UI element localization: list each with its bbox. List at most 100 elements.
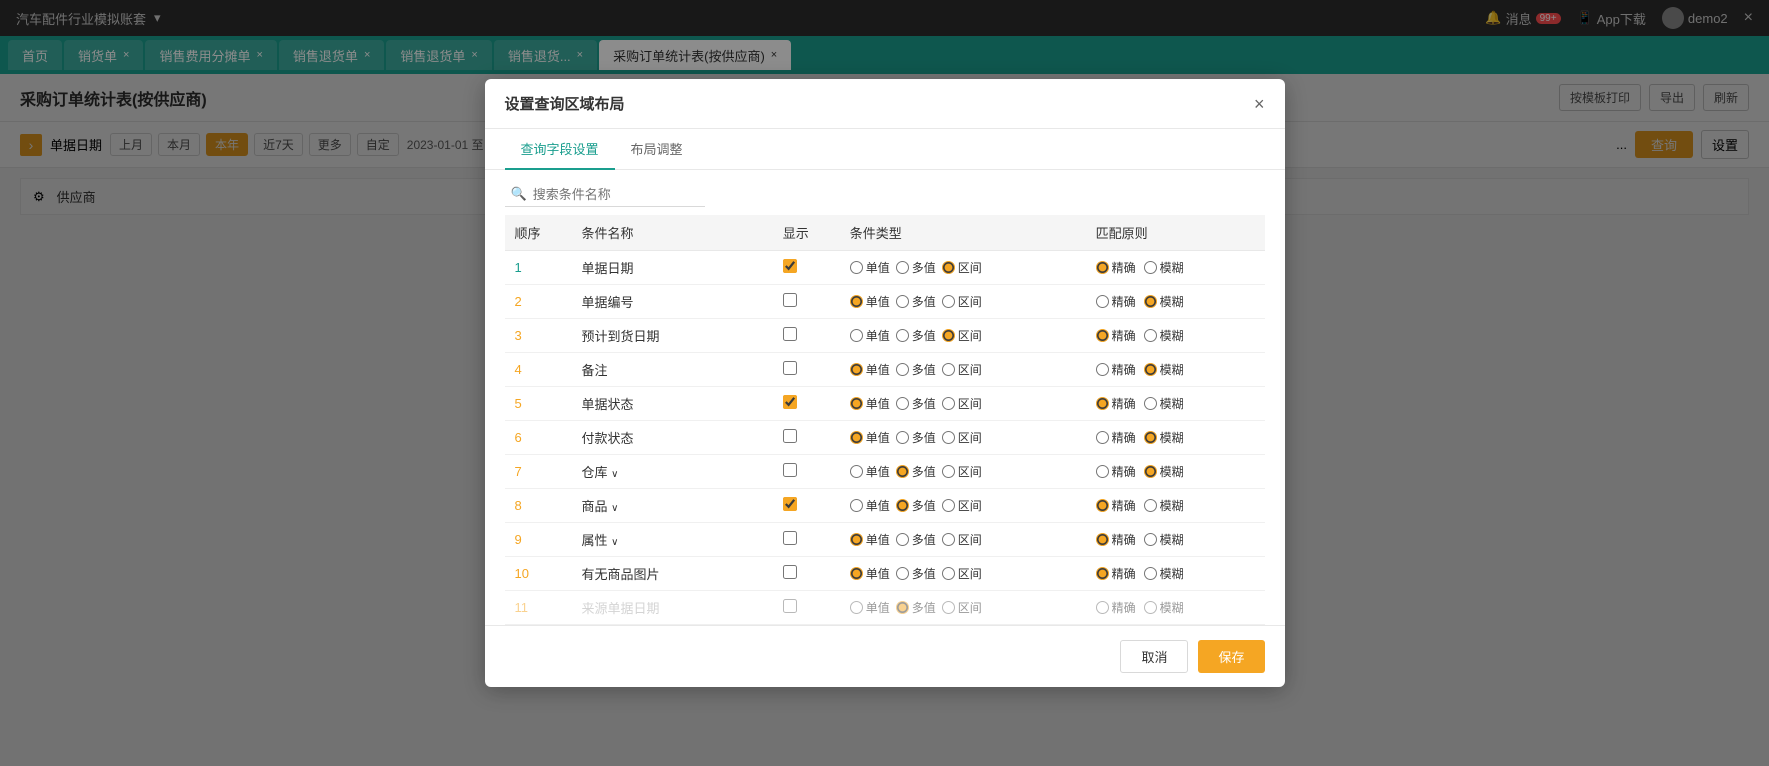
type-radio-多值[interactable] xyxy=(896,363,909,376)
type-radio-区间[interactable] xyxy=(942,465,955,478)
match-radio-模糊[interactable] xyxy=(1144,499,1157,512)
match-radio-模糊[interactable] xyxy=(1144,329,1157,342)
type-radio-多值[interactable] xyxy=(896,601,909,614)
match-radio-精确[interactable] xyxy=(1096,363,1109,376)
type-radio-多值[interactable] xyxy=(896,329,909,342)
match-radio-精确[interactable] xyxy=(1096,567,1109,580)
display-checkbox[interactable] xyxy=(783,293,797,307)
type-radio-单值[interactable] xyxy=(850,397,863,410)
row-match: 精确模糊 xyxy=(1086,251,1265,285)
display-checkbox[interactable] xyxy=(783,599,797,613)
match-radio-精确[interactable] xyxy=(1096,261,1109,274)
row-match: 精确模糊 xyxy=(1086,421,1265,455)
search-input-wrap: 🔍 xyxy=(505,182,705,207)
table-row: 2单据编号单值多值区间精确模糊 xyxy=(505,285,1265,319)
display-checkbox[interactable] xyxy=(783,259,797,273)
table-row: 6付款状态单值多值区间精确模糊 xyxy=(505,421,1265,455)
display-checkbox[interactable] xyxy=(783,361,797,375)
type-radio-多值[interactable] xyxy=(896,261,909,274)
match-radio-模糊[interactable] xyxy=(1144,601,1157,614)
row-display xyxy=(773,319,840,353)
type-radio-多值[interactable] xyxy=(896,465,909,478)
type-radio-单值[interactable] xyxy=(850,261,863,274)
type-radio-区间[interactable] xyxy=(942,533,955,546)
type-radio-区间[interactable] xyxy=(942,567,955,580)
row-order: 7 xyxy=(505,455,572,489)
row-display xyxy=(773,285,840,319)
row-name: 单据编号 xyxy=(572,285,773,319)
type-radio-单值[interactable] xyxy=(850,601,863,614)
type-radio-区间[interactable] xyxy=(942,601,955,614)
row-match: 精确模糊 xyxy=(1086,523,1265,557)
match-radio-精确[interactable] xyxy=(1096,465,1109,478)
type-radio-单值[interactable] xyxy=(850,431,863,444)
match-radio-精确[interactable] xyxy=(1096,329,1109,342)
display-checkbox[interactable] xyxy=(783,531,797,545)
table-row: 9属性 ∨单值多值区间精确模糊 xyxy=(505,523,1265,557)
type-radio-区间[interactable] xyxy=(942,499,955,512)
match-radio-精确[interactable] xyxy=(1096,601,1109,614)
type-radio-单值[interactable] xyxy=(850,363,863,376)
match-radio-模糊[interactable] xyxy=(1144,431,1157,444)
match-radio-模糊[interactable] xyxy=(1144,261,1157,274)
row-display xyxy=(773,557,840,591)
dialog-tab-layout[interactable]: 布局调整 xyxy=(615,129,699,170)
type-radio-单值[interactable] xyxy=(850,295,863,308)
type-radio-区间[interactable] xyxy=(942,397,955,410)
row-name: 预计到货日期 xyxy=(572,319,773,353)
row-type: 单值多值区间 xyxy=(840,387,1086,421)
match-radio-模糊[interactable] xyxy=(1144,567,1157,580)
type-radio-区间[interactable] xyxy=(942,329,955,342)
type-radio-单值[interactable] xyxy=(850,533,863,546)
match-radio-模糊[interactable] xyxy=(1144,465,1157,478)
type-radio-区间[interactable] xyxy=(942,363,955,376)
match-radio-模糊[interactable] xyxy=(1144,295,1157,308)
dialog-tab-bar: 查询字段设置 布局调整 xyxy=(485,129,1285,170)
match-radio-精确[interactable] xyxy=(1096,431,1109,444)
th-name: 条件名称 xyxy=(572,215,773,251)
row-match: 精确模糊 xyxy=(1086,557,1265,591)
match-radio-精确[interactable] xyxy=(1096,295,1109,308)
type-radio-多值[interactable] xyxy=(896,295,909,308)
dialog-close-btn[interactable]: × xyxy=(1254,95,1265,113)
row-type: 单值多值区间 xyxy=(840,557,1086,591)
type-radio-区间[interactable] xyxy=(942,295,955,308)
match-radio-模糊[interactable] xyxy=(1144,397,1157,410)
type-radio-多值[interactable] xyxy=(896,397,909,410)
save-button[interactable]: 保存 xyxy=(1198,640,1264,673)
type-radio-单值[interactable] xyxy=(850,329,863,342)
row-type: 单值多值区间 xyxy=(840,251,1086,285)
type-radio-区间[interactable] xyxy=(942,261,955,274)
match-radio-精确[interactable] xyxy=(1096,533,1109,546)
table-row: 4备注单值多值区间精确模糊 xyxy=(505,353,1265,387)
cancel-button[interactable]: 取消 xyxy=(1120,640,1188,673)
display-checkbox[interactable] xyxy=(783,429,797,443)
row-name: 商品 ∨ xyxy=(572,489,773,523)
type-radio-单值[interactable] xyxy=(850,567,863,580)
display-checkbox[interactable] xyxy=(783,565,797,579)
match-radio-精确[interactable] xyxy=(1096,397,1109,410)
dialog-tab-fields[interactable]: 查询字段设置 xyxy=(505,129,615,170)
display-checkbox[interactable] xyxy=(783,395,797,409)
type-radio-多值[interactable] xyxy=(896,499,909,512)
row-match: 精确模糊 xyxy=(1086,285,1265,319)
modal-overlay: 设置查询区域布局 × 查询字段设置 布局调整 🔍 顺序 xyxy=(0,0,1769,766)
type-radio-单值[interactable] xyxy=(850,499,863,512)
type-radio-区间[interactable] xyxy=(942,431,955,444)
display-checkbox[interactable] xyxy=(783,327,797,341)
row-match: 精确模糊 xyxy=(1086,489,1265,523)
type-radio-多值[interactable] xyxy=(896,431,909,444)
search-input[interactable] xyxy=(533,187,693,202)
display-checkbox[interactable] xyxy=(783,497,797,511)
type-radio-多值[interactable] xyxy=(896,567,909,580)
row-name: 有无商品图片 xyxy=(572,557,773,591)
match-radio-精确[interactable] xyxy=(1096,499,1109,512)
row-match: 精确模糊 xyxy=(1086,387,1265,421)
display-checkbox[interactable] xyxy=(783,463,797,477)
match-radio-模糊[interactable] xyxy=(1144,363,1157,376)
match-radio-模糊[interactable] xyxy=(1144,533,1157,546)
row-order: 9 xyxy=(505,523,572,557)
type-radio-多值[interactable] xyxy=(896,533,909,546)
type-radio-单值[interactable] xyxy=(850,465,863,478)
row-name: 属性 ∨ xyxy=(572,523,773,557)
